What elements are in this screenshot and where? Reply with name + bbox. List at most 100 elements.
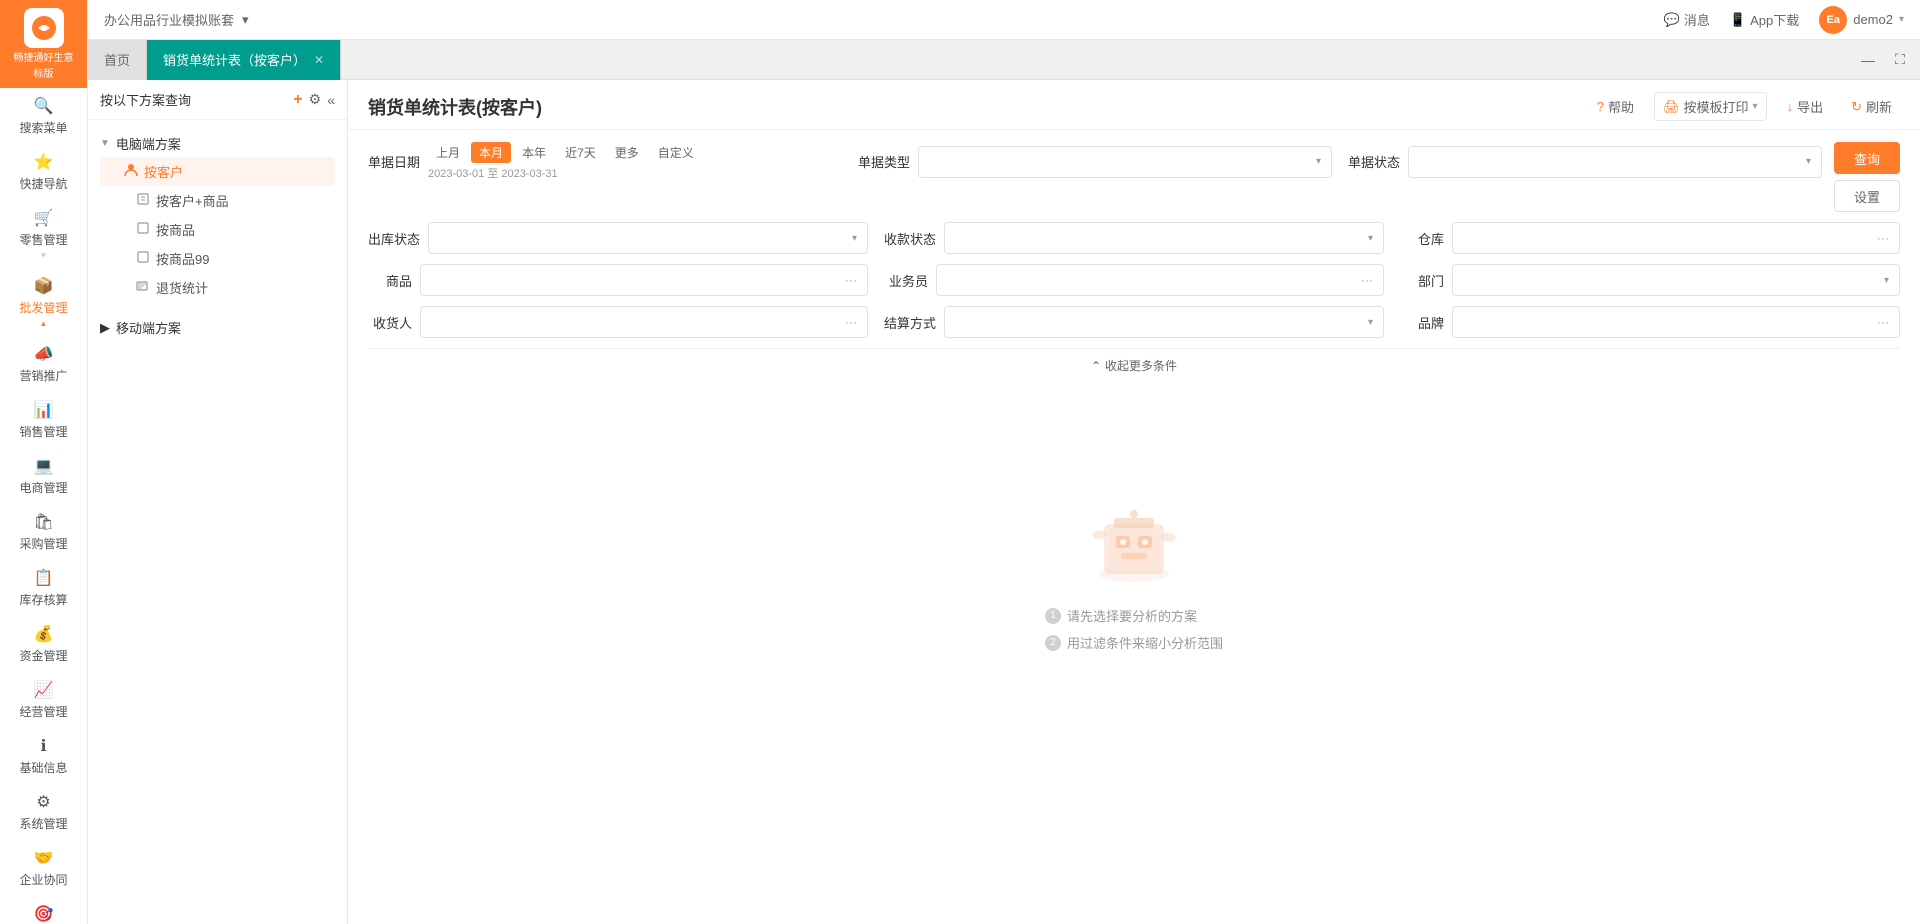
date-tab-thismonth[interactable]: 本月 (471, 142, 511, 163)
export-icon: ↓ (1787, 99, 1794, 114)
tab-minimize-btn[interactable]: — (1856, 48, 1880, 72)
date-tab-thisyear[interactable]: 本年 (514, 142, 554, 163)
out-label: 出库状态 (368, 229, 420, 248)
sidebar-item-finance-label: 资金管理 (19, 647, 67, 664)
sidebar-item-sales-label: 销售管理 (19, 423, 67, 440)
type-input[interactable]: ▾ (918, 146, 1332, 178)
page-title: 销货单统计表(按客户) (368, 94, 542, 120)
tab-sales-stats[interactable]: 销货单统计表（按客户） ✕ (147, 40, 341, 80)
avatar: Ea (1819, 6, 1847, 34)
sidebar-item-retail[interactable]: 🛒 零售管理 ▼ (0, 200, 87, 268)
mobile-group-header[interactable]: ▶ 移动端方案 (100, 314, 335, 341)
receiver-input[interactable]: ··· (420, 306, 868, 338)
user-area[interactable]: Ea demo2 ▾ (1819, 6, 1904, 34)
add-scheme-btn[interactable]: + (293, 91, 302, 109)
date-tab-more[interactable]: 更多 (607, 142, 647, 163)
tree-item-goods99[interactable]: 按商品99 (100, 244, 335, 273)
mobile-group: ▶ 移动端方案 (88, 308, 347, 347)
refresh-btn[interactable]: ↻ 刷新 (1843, 93, 1900, 120)
export-label: 导出 (1797, 97, 1823, 116)
content-area: 按以下方案查询 + ⚙ « ▼ 电脑端方案 (88, 80, 1920, 924)
sidebar-item-guide[interactable]: 🎯 新手引导 (0, 896, 87, 924)
receiver-cell: 收货人 ··· (368, 306, 868, 338)
panel-header: 按以下方案查询 + ⚙ « (88, 80, 347, 120)
tab-maximize-btn[interactable]: ⛶ (1888, 48, 1912, 72)
type-filter-cell: 单据类型 ▾ (858, 146, 1332, 178)
sidebar-item-operation[interactable]: 📈 经营管理 (0, 672, 87, 728)
help-label: 帮助 (1608, 97, 1634, 116)
tree-item-customer[interactable]: 按客户 (100, 157, 335, 186)
tree-item-customer-goods[interactable]: 按客户+商品 (100, 186, 335, 215)
tree-section: ▼ 电脑端方案 按客户 按客户+商品 (88, 120, 347, 351)
sidebar-item-shortcut-label: 快捷导航 (19, 175, 67, 192)
ecommerce-icon: 💻 (34, 456, 54, 476)
type-label: 单据类型 (858, 152, 910, 171)
warehouse-input[interactable]: ··· (1452, 222, 1900, 254)
sidebar-item-search-label: 搜索菜单 (19, 119, 67, 136)
print-btn[interactable]: 🖨 按模板打印 ▾ (1654, 92, 1767, 121)
settings-button[interactable]: 设置 (1834, 180, 1900, 212)
receiver-label: 收货人 (368, 313, 412, 332)
tree-item-customer-label: 按客户 (144, 162, 183, 181)
sidebar-item-search[interactable]: 🔍 搜索菜单 (0, 88, 87, 144)
date-tab-7days[interactable]: 近7天 (557, 142, 604, 163)
sidebar-item-ecommerce[interactable]: 💻 电商管理 (0, 448, 87, 504)
out-input[interactable]: ▾ (428, 222, 868, 254)
sidebar-item-basic[interactable]: ℹ 基础信息 (0, 728, 87, 784)
basic-icon: ℹ (40, 736, 46, 756)
sidebar-item-purchase-label: 采购管理 (19, 535, 67, 552)
collapse-panel-btn[interactable]: « (327, 92, 335, 108)
query-button[interactable]: 查询 (1834, 142, 1900, 174)
sidebar-item-wholesale[interactable]: 📦 批发管理 (0, 268, 87, 336)
tab-home[interactable]: 首页 (88, 40, 147, 80)
staff-input[interactable]: ··· (936, 264, 1384, 296)
sidebar-item-marketing[interactable]: 📣 营销推广 (0, 336, 87, 392)
goods-cell: 商品 ··· (368, 264, 868, 296)
topbar: 办公用品行业模拟账套 ▾ 💬 消息 📱 App下载 Ea demo2 ▾ (88, 0, 1920, 40)
sidebar-item-purchase[interactable]: 🛍 采购管理 (0, 504, 87, 560)
date-filter-container: 上月 本月 本年 近7天 更多 自定义 2023-03-01 至 2023-03… (428, 142, 842, 181)
goods-input[interactable]: ··· (420, 264, 868, 296)
sidebar-item-collab-label: 企业协同 (19, 871, 67, 888)
dept-cell: 部门 ▾ (1400, 264, 1900, 296)
settle-input[interactable]: ▾ (944, 306, 1384, 338)
tree-item-return[interactable]: 退货统计 (100, 273, 335, 302)
brand-input[interactable]: ··· (1452, 306, 1900, 338)
date-tab-custom[interactable]: 自定义 (650, 142, 702, 163)
sidebar-item-inventory-label: 库存核算 (19, 591, 67, 608)
sidebar-item-inventory[interactable]: 📋 库存核算 (0, 560, 87, 616)
staff-dots: ··· (1361, 273, 1373, 287)
sidebar-item-ecommerce-label: 电商管理 (19, 479, 67, 496)
sidebar-item-shortcut[interactable]: ⭐ 快捷导航 (0, 144, 87, 200)
pc-group-header[interactable]: ▼ 电脑端方案 (100, 130, 335, 157)
brand-cell: 品牌 ··· (1400, 306, 1900, 338)
sidebar-item-collab[interactable]: 🤝 企业协同 (0, 840, 87, 896)
message-btn[interactable]: 💬 消息 (1664, 10, 1710, 29)
settings-scheme-btn[interactable]: ⚙ (309, 91, 322, 108)
collapse-bar[interactable]: ⌃ 收起更多条件 (368, 348, 1900, 382)
goods-dots: ··· (845, 273, 857, 287)
goods-icon (136, 221, 150, 238)
status-input[interactable]: ▾ (1408, 146, 1822, 178)
panel-title: 按以下方案查询 (100, 90, 191, 109)
date-tab-lastmonth[interactable]: 上月 (428, 142, 468, 163)
sidebar-item-sales[interactable]: 📊 销售管理 (0, 392, 87, 448)
tree-item-goods[interactable]: 按商品 (100, 215, 335, 244)
company-dropdown-icon[interactable]: ▾ (242, 12, 249, 28)
export-btn[interactable]: ↓ 导出 (1779, 93, 1832, 120)
pc-group-label: 电脑端方案 (116, 134, 181, 153)
sidebar-item-system[interactable]: ⚙ 系统管理 (0, 784, 87, 840)
tip-num-1: 1 (1045, 608, 1061, 624)
tree-item-goods-label: 按商品 (156, 220, 195, 239)
sidebar-item-finance[interactable]: 💰 资金管理 (0, 616, 87, 672)
collection-input[interactable]: ▾ (944, 222, 1384, 254)
help-btn[interactable]: ? 帮助 (1589, 93, 1642, 120)
dept-input[interactable]: ▾ (1452, 264, 1900, 296)
finance-icon: 💰 (34, 624, 54, 644)
warehouse-dots: ··· (1877, 231, 1889, 245)
settle-dropdown-icon: ▾ (1368, 317, 1373, 328)
tab-close-icon[interactable]: ✕ (314, 53, 324, 67)
app-download-label: App下载 (1750, 10, 1799, 29)
sidebar: 畅捷通好生意 标版 🔍 搜索菜单 ⭐ 快捷导航 🛒 零售管理 ▼ 📦 批发管理 … (0, 0, 88, 924)
app-download-btn[interactable]: 📱 App下载 (1730, 10, 1799, 29)
